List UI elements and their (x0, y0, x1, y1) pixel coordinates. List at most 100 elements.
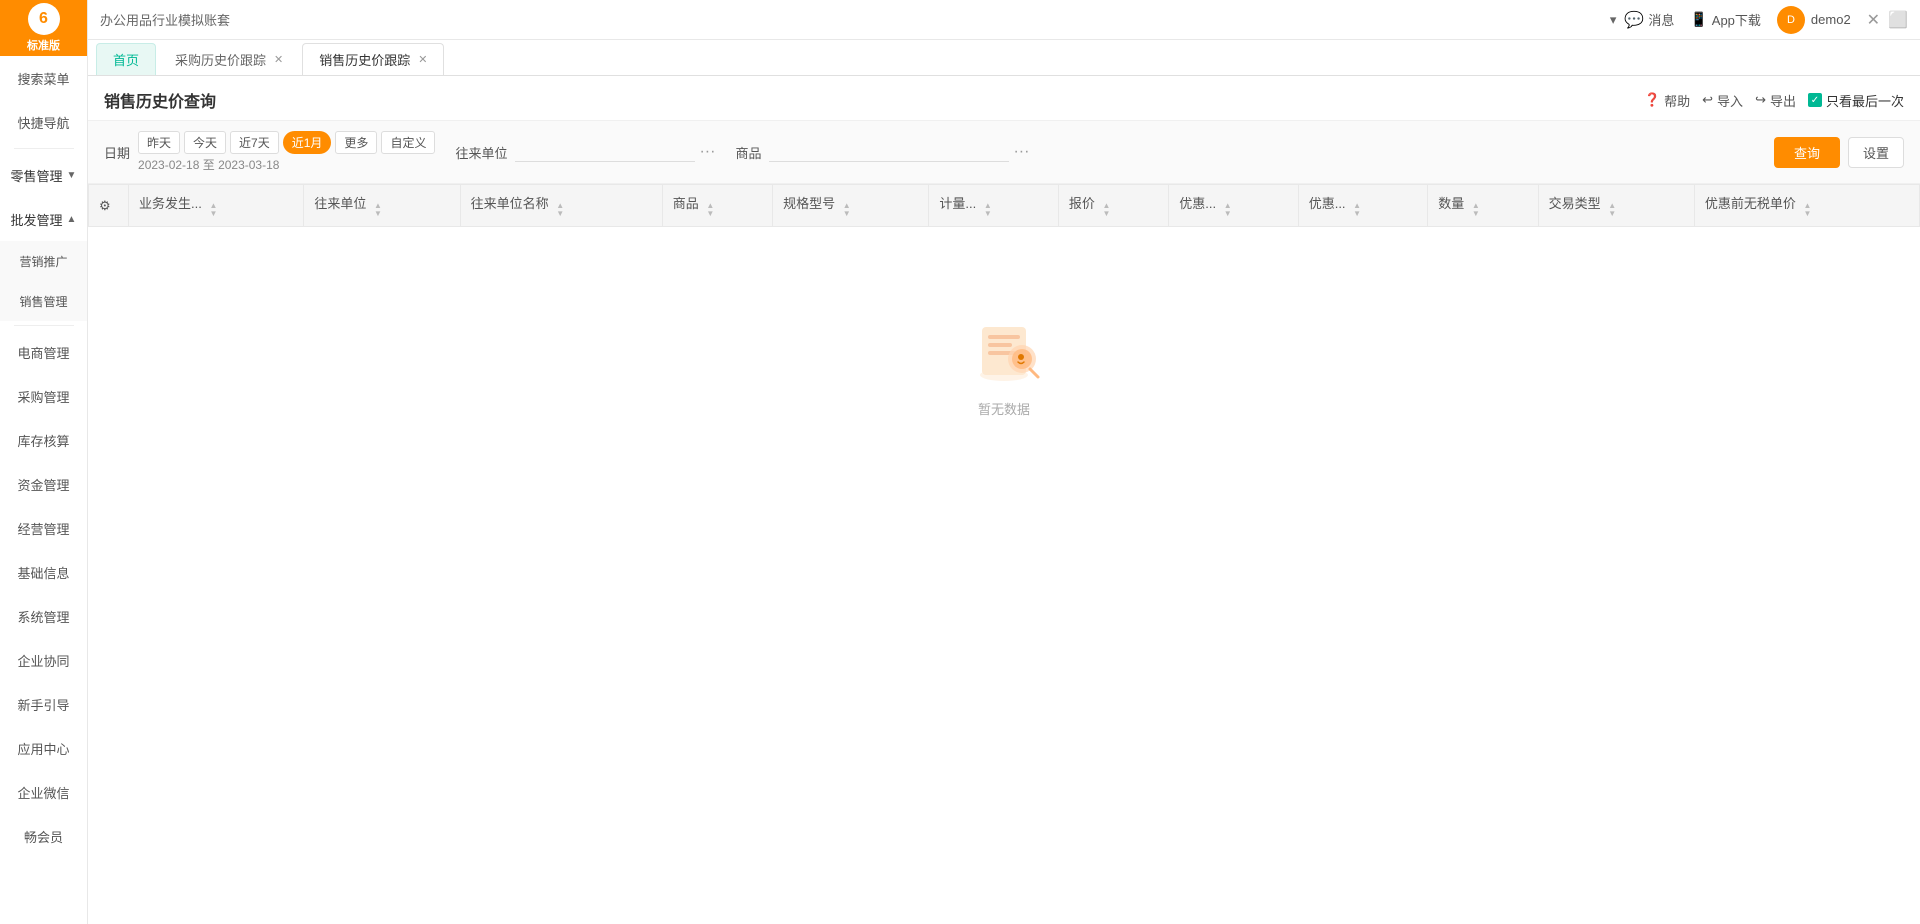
empty-text: 暂无数据 (978, 399, 1030, 418)
sidebar-item-app-center[interactable]: 应用中心 (0, 726, 88, 770)
tab-purchase-history[interactable]: 采购历史价跟踪 ✕ (158, 43, 300, 75)
col-spec[interactable]: 规格型号 ▲▼ (773, 185, 929, 227)
sort-discount2: ▲▼ (1353, 202, 1361, 218)
goods-label: 商品 (735, 143, 761, 162)
sort-trade-type: ▲▼ (1608, 202, 1616, 218)
goods-input[interactable] (769, 142, 1009, 162)
date-btn-today[interactable]: 今天 (184, 131, 226, 154)
maximize-icon[interactable]: ⬜ (1888, 10, 1908, 30)
message-icon: 💬 (1624, 10, 1644, 30)
partner-dots[interactable]: ··· (699, 143, 715, 161)
col-quote-price[interactable]: 报价 ▲▼ (1058, 185, 1168, 227)
user-avatar: D (1777, 6, 1805, 34)
sort-biz-date: ▲▼ (209, 202, 217, 218)
user-menu[interactable]: D demo2 (1777, 6, 1851, 34)
sort-pre-tax-price: ▲▼ (1803, 202, 1811, 218)
date-btn-7days[interactable]: 近7天 (230, 131, 279, 154)
sidebar-item-finance-mgmt[interactable]: 资金管理 (0, 462, 88, 506)
sort-goods: ▲▼ (706, 202, 714, 218)
tab-sales-history[interactable]: 销售历史价跟踪 ✕ (302, 43, 444, 75)
table-head: ⚙ 业务发生... ▲▼ 往来单位 ▲▼ 往来单位名称 ▲▼ (89, 185, 1920, 227)
page-header-actions: ❓ 帮助 ↩ 导入 ↪ 导出 ✓ 只看最后一次 (1644, 91, 1904, 110)
goods-input-group: ··· (769, 142, 1029, 162)
window-controls: ✕ ⬜ (1867, 10, 1908, 30)
empty-state: 暂无数据 (88, 227, 1920, 498)
col-trade-type[interactable]: 交易类型 ▲▼ (1538, 185, 1694, 227)
sidebar-item-corp-collab[interactable]: 企业协同 (0, 638, 88, 682)
sidebar-item-basic-info[interactable]: 基础信息 (0, 550, 88, 594)
topbar-title: 办公用品行业模拟账套 (100, 10, 1602, 29)
logo-icon: 6 (28, 3, 60, 35)
export-btn[interactable]: ↪ 导出 (1755, 91, 1796, 110)
sidebar-item-inventory[interactable]: 库存核算 (0, 418, 88, 462)
col-discount2[interactable]: 优惠... ▲▼ (1298, 185, 1427, 227)
sidebar-item-ops-mgmt[interactable]: 经营管理 (0, 506, 88, 550)
tab-sales-history-close[interactable]: ✕ (418, 53, 427, 66)
col-discount1[interactable]: 优惠... ▲▼ (1169, 185, 1298, 227)
page-header: 销售历史价查询 ❓ 帮助 ↩ 导入 ↪ 导出 ✓ 只 (88, 76, 1920, 121)
sidebar-item-vip-member[interactable]: 畅会员 (0, 814, 88, 858)
help-btn[interactable]: ❓ 帮助 (1644, 91, 1690, 110)
search-button[interactable]: 查询 (1774, 137, 1840, 168)
only-last-checkbox[interactable]: ✓ (1808, 93, 1822, 107)
dropdown-icon[interactable]: ▾ (1610, 12, 1617, 28)
col-quantity[interactable]: 数量 ▲▼ (1428, 185, 1538, 227)
settings-icon[interactable]: ⚙ (99, 198, 111, 213)
col-settings: ⚙ (89, 185, 129, 227)
col-biz-date[interactable]: 业务发生... ▲▼ (129, 185, 304, 227)
sidebar-item-quick-nav[interactable]: 快捷导航 (0, 100, 88, 144)
tab-home[interactable]: 首页 (96, 43, 156, 75)
date-btn-yesterday[interactable]: 昨天 (138, 131, 180, 154)
col-unit[interactable]: 计量... ▲▼ (929, 185, 1058, 227)
tab-bar: 首页 采购历史价跟踪 ✕ 销售历史价跟踪 ✕ (88, 40, 1920, 76)
col-partner-code[interactable]: 往来单位 ▲▼ (304, 185, 460, 227)
col-goods[interactable]: 商品 ▲▼ (662, 185, 772, 227)
sidebar-item-retail-mgmt[interactable]: 零售管理 ▼ (0, 153, 88, 197)
app-download-btn[interactable]: 📱 App下载 (1690, 10, 1761, 29)
import-icon: ↩ (1702, 92, 1713, 108)
col-partner-name[interactable]: 往来单位名称 ▲▼ (460, 185, 662, 227)
phone-icon: 📱 (1690, 11, 1707, 28)
only-last-checkbox-wrapper[interactable]: ✓ 只看最后一次 (1808, 91, 1904, 110)
sidebar-item-ecom-mgmt[interactable]: 电商管理 (0, 330, 88, 374)
data-table: ⚙ 业务发生... ▲▼ 往来单位 ▲▼ 往来单位名称 ▲▼ (88, 184, 1920, 227)
tab-purchase-history-close[interactable]: ✕ (274, 53, 283, 66)
sort-quote-price: ▲▼ (1102, 202, 1110, 218)
date-buttons: 昨天 今天 近7天 近1月 更多 自定义 (138, 131, 435, 154)
sidebar-item-marketing[interactable]: 营销推广 (0, 241, 88, 281)
close-window-icon[interactable]: ✕ (1867, 10, 1880, 30)
filter-bar: 日期 昨天 今天 近7天 近1月 更多 自定义 2023-02-18 至 202… (88, 121, 1920, 184)
sidebar-item-wholesale-mgmt[interactable]: 批发管理 ▲ (0, 197, 88, 241)
wholesale-mgmt-arrow: ▲ (67, 214, 77, 225)
date-btn-more[interactable]: 更多 (335, 131, 377, 154)
sidebar-item-sales-mgmt[interactable]: 销售管理 (0, 281, 88, 321)
settings-button[interactable]: 设置 (1848, 137, 1904, 168)
empty-icon (964, 307, 1044, 387)
goods-dots[interactable]: ··· (1013, 143, 1029, 161)
retail-mgmt-arrow: ▼ (67, 170, 77, 181)
filter-action-buttons: 查询 设置 (1774, 137, 1904, 168)
page-content: 销售历史价查询 ❓ 帮助 ↩ 导入 ↪ 导出 ✓ 只 (88, 76, 1920, 924)
message-btn[interactable]: 💬 消息 (1624, 10, 1674, 30)
wholesale-submenu: 营销推广 销售管理 (0, 241, 88, 321)
table-container: ⚙ 业务发生... ▲▼ 往来单位 ▲▼ 往来单位名称 ▲▼ (88, 184, 1920, 924)
sidebar-item-sys-mgmt[interactable]: 系统管理 (0, 594, 88, 638)
import-btn[interactable]: ↩ 导入 (1702, 91, 1743, 110)
page-title: 销售历史价查询 (104, 88, 216, 112)
col-pre-tax-price[interactable]: 优惠前无税单价 ▲▼ (1694, 185, 1919, 227)
help-icon: ❓ (1644, 92, 1660, 108)
divider (14, 148, 74, 149)
sort-unit: ▲▼ (984, 202, 992, 218)
sidebar-item-search-menu[interactable]: 搜索菜单 (0, 56, 88, 100)
date-btn-custom[interactable]: 自定义 (381, 131, 435, 154)
date-btn-1month[interactable]: 近1月 (283, 131, 332, 154)
divider2 (14, 325, 74, 326)
date-range-display: 2023-02-18 至 2023-03-18 (138, 156, 435, 173)
sort-discount1: ▲▼ (1224, 202, 1232, 218)
app-logo: 6 标准版 (0, 0, 88, 56)
sidebar-item-corp-wechat[interactable]: 企业微信 (0, 770, 88, 814)
partner-input[interactable] (515, 142, 695, 162)
partner-label: 往来单位 (455, 143, 507, 162)
sidebar-item-new-guide[interactable]: 新手引导 (0, 682, 88, 726)
sidebar-item-purchase-mgmt[interactable]: 采购管理 (0, 374, 88, 418)
